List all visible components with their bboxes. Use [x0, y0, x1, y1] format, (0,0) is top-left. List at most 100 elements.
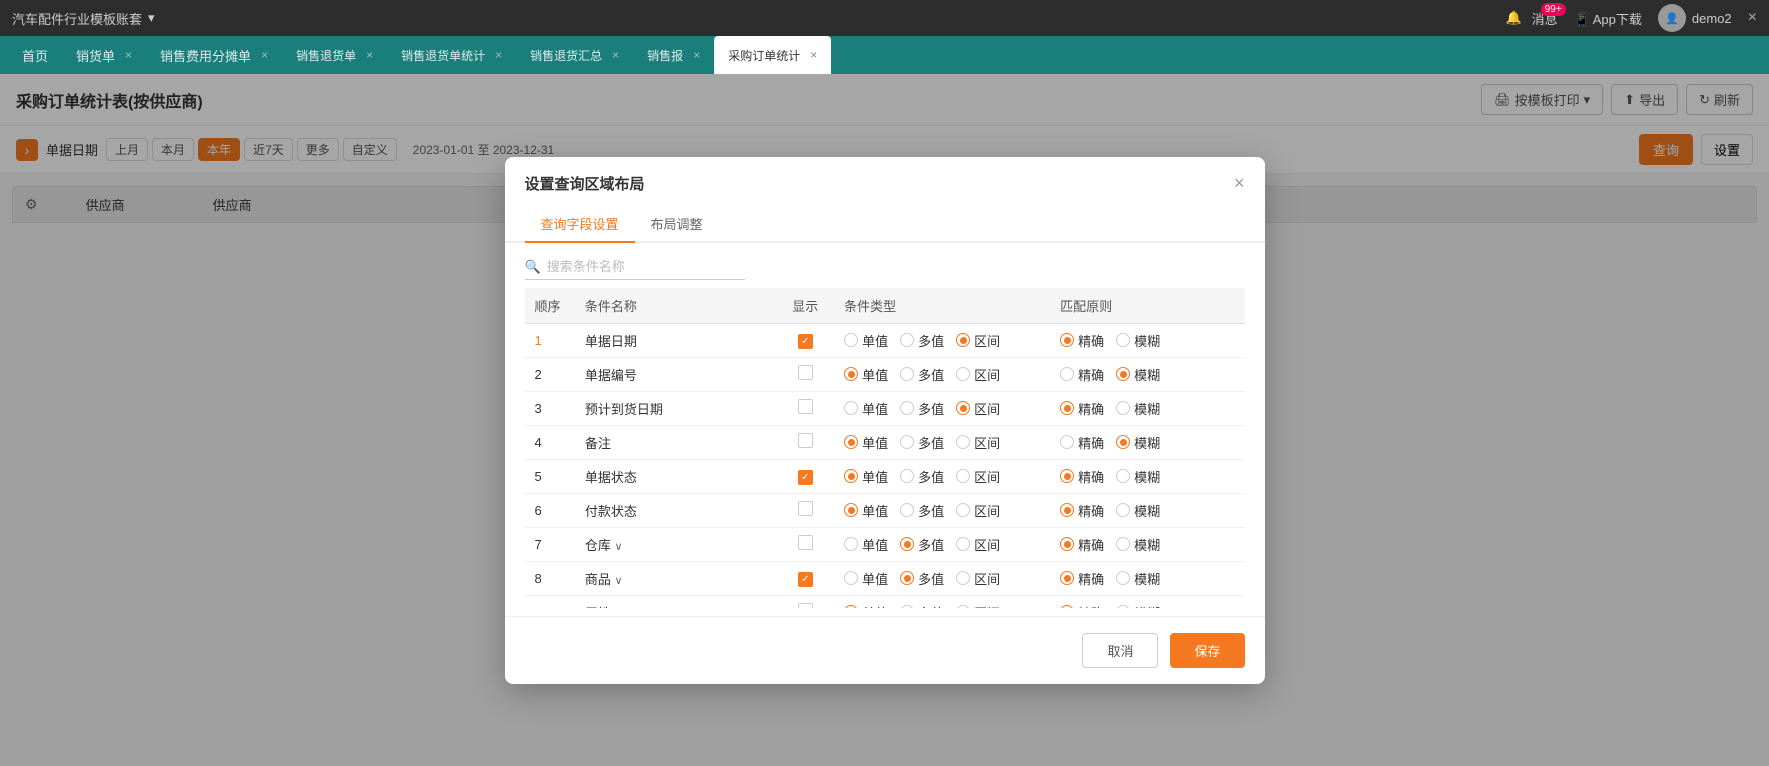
dialog-close-btn[interactable]: × — [1234, 174, 1245, 192]
type-single-3[interactable]: 单值 — [844, 399, 888, 418]
display-checkbox-2[interactable] — [798, 365, 813, 380]
dialog-title: 设置查询区域布局 — [525, 173, 645, 194]
match-exact-5[interactable]: 精确 — [1060, 467, 1104, 486]
match-fuzzy-6[interactable]: 模糊 — [1116, 501, 1160, 520]
row-display-2[interactable] — [776, 357, 834, 391]
type-multi-4[interactable]: 多值 — [900, 433, 944, 452]
type-multi-8[interactable]: 多值 — [900, 569, 944, 588]
match-exact-4[interactable]: 精确 — [1060, 433, 1104, 452]
tab6[interactable]: 销售报 × — [633, 36, 714, 74]
type-range-4[interactable]: 区间 — [956, 433, 1000, 452]
type-multi-2[interactable]: 多值 — [900, 365, 944, 384]
col-type-header: 条件类型 — [834, 288, 1050, 324]
tab-sales-order[interactable]: 销货单 × — [62, 36, 146, 74]
match-exact-6[interactable]: 精确 — [1060, 501, 1104, 520]
row-display-8[interactable] — [776, 561, 834, 595]
display-checkbox-4[interactable] — [798, 433, 813, 448]
match-fuzzy-7[interactable]: 模糊 — [1116, 535, 1160, 554]
type-range-1[interactable]: 区间 — [956, 331, 1000, 350]
type-single-7[interactable]: 单值 — [844, 535, 888, 554]
type-range-7[interactable]: 区间 — [956, 535, 1000, 554]
search-input-wrap[interactable]: 🔍 — [525, 255, 745, 280]
type-single-4[interactable]: 单值 — [844, 433, 888, 452]
match-exact-9[interactable]: 精确 — [1060, 603, 1104, 608]
type-single-5[interactable]: 单值 — [844, 467, 888, 486]
close-window-btn[interactable]: × — [1748, 9, 1757, 27]
type-multi-7[interactable]: 多值 — [900, 535, 944, 554]
tab-sales-fee-split-close[interactable]: × — [261, 48, 268, 62]
match-exact-7[interactable]: 精确 — [1060, 535, 1104, 554]
match-fuzzy-9[interactable]: 模糊 — [1116, 603, 1160, 608]
display-checkbox-5[interactable] — [798, 470, 813, 485]
search-input[interactable] — [547, 259, 727, 274]
tab-sales-order-close[interactable]: × — [125, 48, 132, 62]
type-single-6[interactable]: 单值 — [844, 501, 888, 520]
notification-area[interactable]: 🔔 99+ 消息 — [1505, 9, 1557, 28]
top-bar: 汽车配件行业模板账套 ▾ 🔔 99+ 消息 📱 App下载 👤 demo2 × — [0, 0, 1769, 36]
row-display-7[interactable] — [776, 527, 834, 561]
match-exact-2[interactable]: 精确 — [1060, 365, 1104, 384]
tab-sales-fee-split[interactable]: 销售费用分摊单 × — [146, 36, 282, 74]
tab-sales-return[interactable]: 销售退货单 × — [282, 36, 387, 74]
match-exact-1[interactable]: 精确 — [1060, 331, 1104, 350]
type-range-3[interactable]: 区间 — [956, 399, 1000, 418]
tab6-label: 销售报 — [647, 47, 683, 64]
display-checkbox-3[interactable] — [798, 399, 813, 414]
match-fuzzy-2[interactable]: 模糊 — [1116, 365, 1160, 384]
dropdown-icon[interactable]: ∨ — [615, 541, 623, 553]
app-download-btn[interactable]: 📱 App下载 — [1574, 9, 1642, 28]
dropdown-icon[interactable]: ∨ — [615, 575, 623, 587]
type-single-2[interactable]: 单值 — [844, 365, 888, 384]
row-display-6[interactable] — [776, 493, 834, 527]
row-type-2: 单值 多值 区间 — [834, 357, 1050, 391]
type-range-2[interactable]: 区间 — [956, 365, 1000, 384]
tab-layout-adjust[interactable]: 布局调整 — [635, 206, 719, 243]
type-single-8[interactable]: 单值 — [844, 569, 888, 588]
user-area[interactable]: 👤 demo2 — [1658, 4, 1732, 32]
type-multi-6[interactable]: 多值 — [900, 501, 944, 520]
type-single-1[interactable]: 单值 — [844, 331, 888, 350]
row-display-3[interactable] — [776, 391, 834, 425]
type-range-8[interactable]: 区间 — [956, 569, 1000, 588]
match-fuzzy-5[interactable]: 模糊 — [1116, 467, 1160, 486]
tab-purchase-order-stats-close[interactable]: × — [810, 48, 817, 62]
tab6-close[interactable]: × — [693, 48, 700, 62]
match-exact-3[interactable]: 精确 — [1060, 399, 1104, 418]
type-range-6[interactable]: 区间 — [956, 501, 1000, 520]
tab-query-fields[interactable]: 查询字段设置 — [525, 206, 635, 243]
row-display-5[interactable] — [776, 459, 834, 493]
match-fuzzy-3[interactable]: 模糊 — [1116, 399, 1160, 418]
match-fuzzy-1[interactable]: 模糊 — [1116, 331, 1160, 350]
row-match-6: 精确 模糊 — [1050, 493, 1244, 527]
save-btn[interactable]: 保存 — [1170, 633, 1244, 668]
tab4[interactable]: 销售退货单统计 × — [387, 36, 516, 74]
match-exact-8[interactable]: 精确 — [1060, 569, 1104, 588]
display-checkbox-1[interactable] — [798, 334, 813, 349]
match-fuzzy-4[interactable]: 模糊 — [1116, 433, 1160, 452]
display-checkbox-9[interactable] — [798, 603, 813, 608]
type-range-9[interactable]: 区间 — [956, 603, 1000, 608]
tab-purchase-order-stats[interactable]: 采购订单统计 × — [714, 36, 831, 74]
display-checkbox-7[interactable] — [798, 535, 813, 550]
type-multi-9[interactable]: 多值 — [900, 603, 944, 608]
tab5[interactable]: 销售退货汇总 × — [516, 36, 633, 74]
row-display-4[interactable] — [776, 425, 834, 459]
row-name-4: 备注 — [575, 425, 777, 459]
row-display-9[interactable] — [776, 595, 834, 608]
cancel-btn[interactable]: 取消 — [1082, 633, 1158, 668]
display-checkbox-6[interactable] — [798, 501, 813, 516]
display-checkbox-8[interactable] — [798, 572, 813, 587]
type-multi-3[interactable]: 多值 — [900, 399, 944, 418]
type-range-5[interactable]: 区间 — [956, 467, 1000, 486]
row-type-4: 单值 多值 区间 — [834, 425, 1050, 459]
type-multi-5[interactable]: 多值 — [900, 467, 944, 486]
tab-home[interactable]: 首页 — [8, 36, 62, 74]
match-fuzzy-8[interactable]: 模糊 — [1116, 569, 1160, 588]
tab-sales-return-close[interactable]: × — [366, 48, 373, 62]
tab5-close[interactable]: × — [612, 48, 619, 62]
row-display-1[interactable] — [776, 323, 834, 357]
type-single-9[interactable]: 单值 — [844, 603, 888, 608]
dropdown-arrow-icon[interactable]: ▾ — [148, 10, 155, 26]
tab4-close[interactable]: × — [495, 48, 502, 62]
type-multi-1[interactable]: 多值 — [900, 331, 944, 350]
